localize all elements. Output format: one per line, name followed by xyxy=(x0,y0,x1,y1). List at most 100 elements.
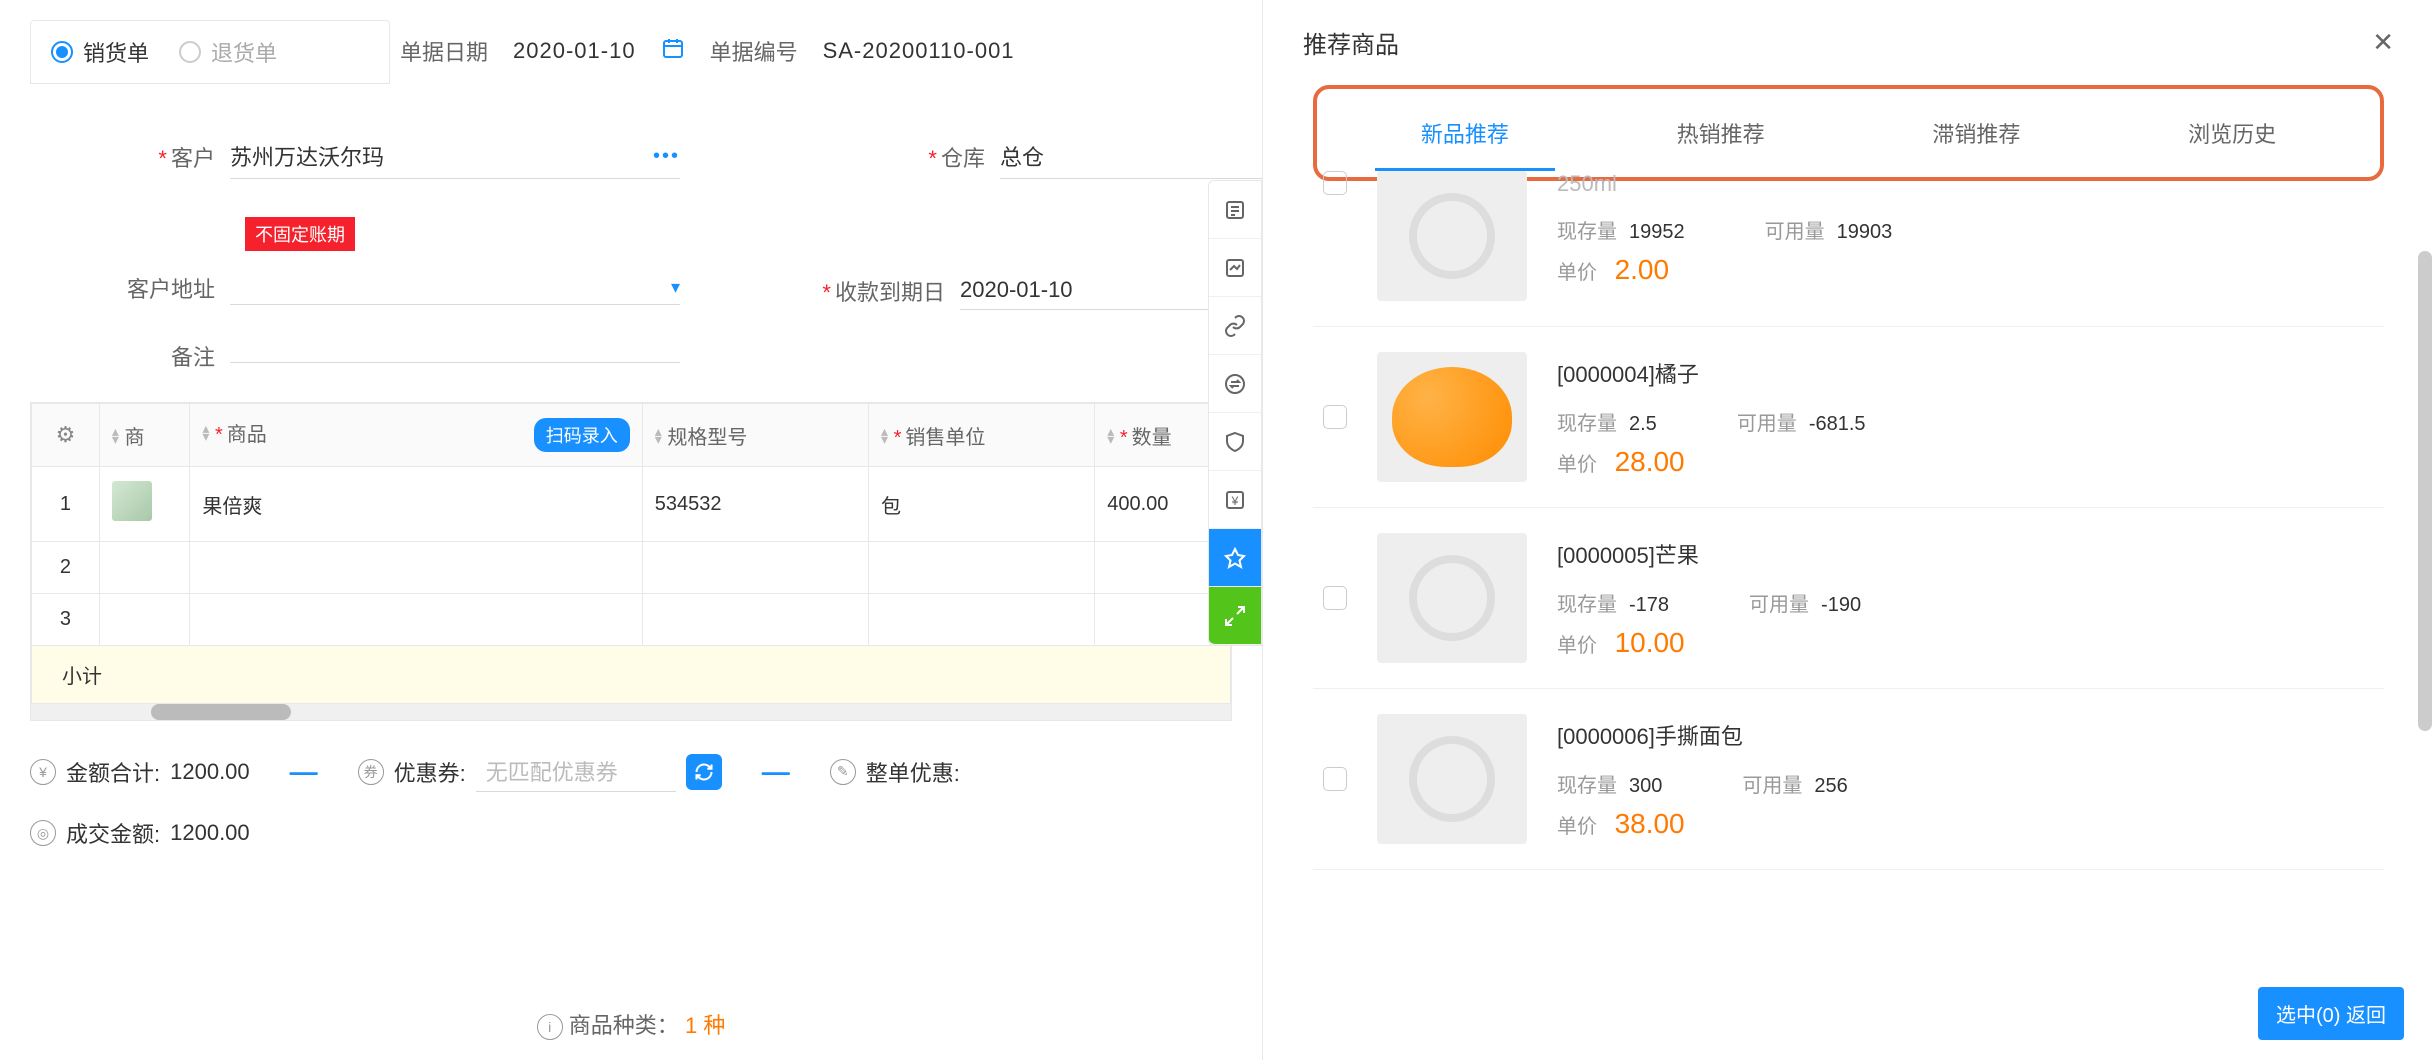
sort-icon[interactable]: ▴▾ xyxy=(202,424,209,440)
tab-new[interactable]: 新品推荐 xyxy=(1337,99,1593,167)
recommend-item[interactable]: [0000006]手撕面包 现存量300 可用量256 单价 38.00 xyxy=(1313,689,2384,870)
discount-icon: ✎ xyxy=(830,759,856,785)
coupon-icon: 券 xyxy=(358,759,384,785)
recommend-item[interactable]: [0000005]芒果 现存量-178 可用量-190 单价 10.00 xyxy=(1313,508,2384,689)
calendar-icon[interactable] xyxy=(661,36,685,67)
recommend-item[interactable]: [0000004]橘子 现存量2.5 可用量-681.5 单价 28.00 xyxy=(1313,327,2384,508)
tool-expand-icon[interactable] xyxy=(1209,587,1261,645)
avail-label: 可用量 xyxy=(1765,221,1825,243)
customer-value: 苏州万达沃尔玛 xyxy=(230,140,384,172)
more-icon[interactable]: ••• xyxy=(653,145,680,168)
warehouse-label: *仓库 xyxy=(800,141,1000,173)
close-icon[interactable]: ✕ xyxy=(2372,27,2394,58)
item-checkbox[interactable] xyxy=(1323,405,1347,429)
vertical-scrollbar[interactable] xyxy=(2418,251,2432,731)
tool-currency-icon[interactable]: ¥ xyxy=(1209,471,1261,529)
avail-value: 256 xyxy=(1814,775,1847,797)
item-checkbox[interactable] xyxy=(1323,767,1347,791)
docno-label: 单据编号 xyxy=(710,35,798,67)
side-toolbar: ¥ xyxy=(1208,180,1262,646)
row-spec[interactable] xyxy=(642,594,868,646)
recommend-title: 推荐商品 xyxy=(1303,25,1399,60)
table-row[interactable]: 1 果倍爽 534532 包 400.00 xyxy=(32,467,1231,542)
radio-sales[interactable]: 销货单 xyxy=(51,36,149,68)
info-icon: i xyxy=(537,1014,563,1040)
duedate-field[interactable]: 2020-01-10 xyxy=(960,271,1240,310)
row-index: 2 xyxy=(32,542,100,594)
price-value: 28.00 xyxy=(1615,446,1685,477)
row-product[interactable] xyxy=(190,594,642,646)
recommend-item[interactable]: 250ml 现存量19952 可用量19903 单价 2.00 xyxy=(1313,171,2384,327)
tab-hot[interactable]: 热销推荐 xyxy=(1593,99,1849,167)
row-product[interactable] xyxy=(190,542,642,594)
stock-value: 300 xyxy=(1629,775,1662,797)
price-value: 38.00 xyxy=(1615,808,1685,839)
radio-return[interactable]: 退货单 xyxy=(179,36,277,68)
row-thumb xyxy=(99,594,189,646)
gear-icon[interactable]: ⚙ xyxy=(56,422,76,447)
item-checkbox[interactable] xyxy=(1323,586,1347,610)
sort-icon[interactable]: ▴▾ xyxy=(881,427,888,443)
remark-field[interactable] xyxy=(230,350,680,363)
row-unit[interactable] xyxy=(869,594,1095,646)
horizontal-scrollbar[interactable] xyxy=(31,704,1231,720)
remark-label: 备注 xyxy=(30,340,230,372)
refresh-button[interactable] xyxy=(686,754,722,790)
row-unit[interactable] xyxy=(869,542,1095,594)
deal-value: 1200.00 xyxy=(170,820,250,846)
table-row[interactable]: 2 xyxy=(32,542,1231,594)
coupon-label: 优惠券: xyxy=(394,756,466,788)
row-spec[interactable] xyxy=(642,542,868,594)
tool-list-icon[interactable] xyxy=(1209,181,1261,239)
tool-shield-icon[interactable] xyxy=(1209,413,1261,471)
recommend-tabs: 新品推荐 热销推荐 滞销推荐 浏览历史 xyxy=(1313,85,2384,181)
sort-icon[interactable]: ▴▾ xyxy=(1107,427,1114,443)
stock-value: 19952 xyxy=(1629,221,1685,243)
row-product[interactable]: 果倍爽 xyxy=(190,467,642,542)
sort-icon[interactable]: ▴▾ xyxy=(655,427,662,443)
customer-field[interactable]: 苏州万达沃尔玛 ••• xyxy=(230,134,680,179)
tool-link-icon[interactable] xyxy=(1209,297,1261,355)
item-title: [0000006]手撕面包 xyxy=(1557,719,2374,751)
row-spec[interactable]: 534532 xyxy=(642,467,868,542)
row-index: 1 xyxy=(32,467,100,542)
item-checkbox[interactable] xyxy=(1323,171,1347,195)
chevron-down-icon[interactable]: ▾ xyxy=(671,277,680,298)
avail-label: 可用量 xyxy=(1742,775,1802,797)
subtotal-label: 小计 xyxy=(32,646,1231,704)
coupon-input[interactable]: 无匹配优惠券 xyxy=(476,751,676,792)
scan-button[interactable]: 扫码录入 xyxy=(534,418,630,452)
tab-slow[interactable]: 滞销推荐 xyxy=(1849,99,2105,167)
row-thumb xyxy=(99,542,189,594)
duedate-label: *收款到期日 xyxy=(760,275,960,307)
sort-icon[interactable]: ▴▾ xyxy=(112,427,119,443)
doc-header: 单据日期 2020-01-10 单据编号 SA-20200110-001 xyxy=(400,35,1015,67)
amount-label: 金额合计: xyxy=(66,756,160,788)
selected-return-button[interactable]: 选中(0) 返回 xyxy=(2258,987,2404,1040)
tool-star-icon[interactable] xyxy=(1209,529,1261,587)
price-label: 单价 xyxy=(1557,635,1597,657)
tool-exchange-icon[interactable] xyxy=(1209,355,1261,413)
warehouse-field[interactable]: 总仓 xyxy=(1000,134,1280,179)
date-label: 单据日期 xyxy=(400,35,488,67)
stock-label: 现存量 xyxy=(1557,413,1617,435)
svg-text:¥: ¥ xyxy=(1231,494,1239,508)
date-value[interactable]: 2020-01-10 xyxy=(513,38,636,64)
item-title: [0000004]橘子 xyxy=(1557,357,2374,389)
recommend-list[interactable]: 250ml 现存量19952 可用量19903 单价 2.00 [0000004… xyxy=(1263,171,2434,1060)
stock-label: 现存量 xyxy=(1557,775,1617,797)
price-value: 2.00 xyxy=(1615,254,1670,285)
avail-label: 可用量 xyxy=(1737,413,1797,435)
tool-chart-icon[interactable] xyxy=(1209,239,1261,297)
stock-value: -178 xyxy=(1629,594,1669,616)
table-row[interactable]: 3 xyxy=(32,594,1231,646)
yen-icon: ¥ xyxy=(30,759,56,785)
discount-label: 整单优惠: xyxy=(866,756,960,788)
radio-label: 销货单 xyxy=(83,36,149,68)
row-unit[interactable]: 包 xyxy=(869,467,1095,542)
address-field[interactable]: ▾ xyxy=(230,271,680,305)
stock-value: 2.5 xyxy=(1629,413,1657,435)
radio-icon xyxy=(51,41,73,63)
stock-label: 现存量 xyxy=(1557,221,1617,243)
tab-history[interactable]: 浏览历史 xyxy=(2104,99,2360,167)
